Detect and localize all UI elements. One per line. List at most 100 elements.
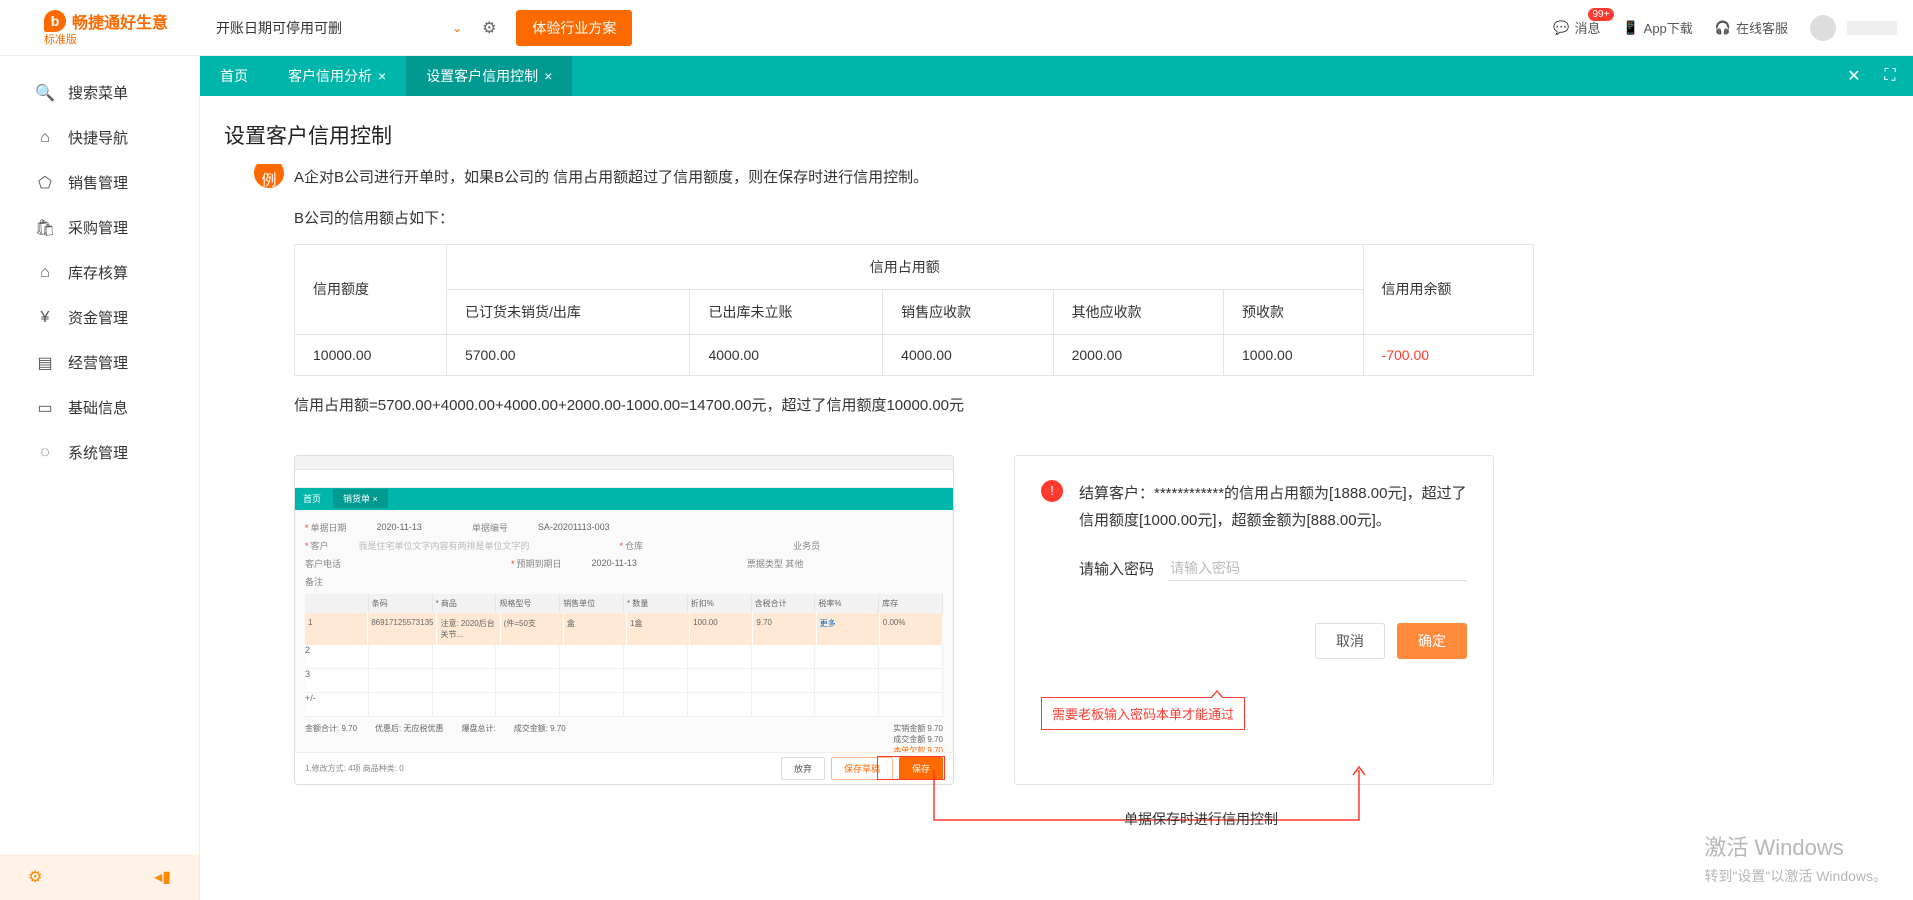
- th-sub-0: 已订货未销货/出库: [446, 289, 690, 334]
- th-limit: 信用额度: [295, 244, 447, 334]
- tab-credit-control[interactable]: 设置客户信用控制 ×: [406, 56, 572, 96]
- sidebar: 🔍 搜索菜单 ⌂ 快捷导航 ⬠ 销售管理 🛍采购管理 ⌂ 库存核算 ¥ 资金管理 ▤ 经营管…: [0, 56, 200, 900]
- refresh-icon: ◌: [36, 444, 54, 462]
- sidebar-item-funds[interactable]: ¥ 资金管理: [0, 295, 199, 340]
- user-avatar[interactable]: [1810, 15, 1897, 41]
- avatar-icon: [1810, 15, 1836, 41]
- bag-icon: 🛍: [36, 219, 54, 237]
- tab-close-button[interactable]: ✕: [1837, 59, 1871, 93]
- th-balance: 信用用余额: [1363, 244, 1533, 334]
- tab-credit-analysis[interactable]: 客户信用分析 ×: [268, 56, 406, 96]
- tab-label: 设置客户信用控制: [426, 66, 538, 86]
- sidebar-label: 基础信息: [68, 397, 128, 418]
- sidebar-item-purchase[interactable]: 🛍采购管理: [0, 205, 199, 250]
- cell: 2000.00: [1053, 334, 1223, 375]
- cell: 4000.00: [690, 334, 883, 375]
- home-icon: ⌂: [36, 129, 54, 147]
- dialog-cancel-button[interactable]: 取消: [1315, 623, 1385, 659]
- sidebar-item-basicinfo[interactable]: ▭ 基础信息: [0, 385, 199, 430]
- tab-label: 客户信用分析: [288, 66, 372, 86]
- sidebar-label: 系统管理: [68, 442, 128, 463]
- card-icon: ▭: [36, 399, 54, 417]
- content-scroll[interactable]: 例 A企对B公司进行开单时，如果B公司的 信用占用额超过了信用额度，则在保存时进…: [224, 164, 1905, 900]
- cell: 10000.00: [295, 334, 447, 375]
- note-bubble: 需要老板输入密码本单才能通过: [1041, 697, 1245, 730]
- credit-dialog: ! 结算客户：************的信用占用额为[1888.00元]，超过了…: [1014, 455, 1494, 785]
- phone-icon: 📱: [1622, 20, 1638, 36]
- sidebar-item-system[interactable]: ◌ 系统管理: [0, 430, 199, 475]
- sidebar-label: 经营管理: [68, 352, 128, 373]
- warning-icon: !: [1041, 480, 1063, 502]
- sidebar-item-sales[interactable]: ⬠ 销售管理: [0, 160, 199, 205]
- sub-line: B公司的信用额占如下：: [294, 207, 1875, 228]
- close-icon[interactable]: ×: [544, 68, 552, 84]
- save-highlight-box: [877, 756, 945, 780]
- brand-name: 畅捷通好生意: [72, 9, 168, 33]
- th-sub-2: 销售应收款: [883, 289, 1053, 334]
- page-title: 设置客户信用控制: [224, 120, 1913, 150]
- sidebar-label: 资金管理: [68, 307, 128, 328]
- headset-icon: 🎧: [1715, 20, 1731, 36]
- tab-home[interactable]: 首页: [200, 56, 268, 96]
- example-text: A企对B公司进行开单时，如果B公司的 信用占用额超过了信用额度，则在保存时进行信…: [294, 164, 928, 193]
- settings-icon[interactable]: ⚙: [28, 867, 42, 887]
- mock-cancel-button: 放弃: [781, 757, 825, 780]
- tab-strip: 首页 客户信用分析 × 设置客户信用控制 × ✕ ⛶: [200, 56, 1913, 96]
- mock-tab: 销货单 ×: [333, 489, 388, 508]
- sidebar-item-inventory[interactable]: ⌂ 库存核算: [0, 250, 199, 295]
- search-icon: 🔍: [36, 84, 54, 102]
- warehouse-icon: ⌂: [36, 264, 54, 282]
- cell: 5700.00: [446, 334, 690, 375]
- credit-table: 信用额度 信用占用额 信用用余额 已订货未销货/出库 已出库未立账 销售应收款 …: [294, 244, 1534, 376]
- online-service-label: 在线客服: [1736, 18, 1788, 37]
- account-selector-label: 开账日期可停用可删: [216, 18, 342, 38]
- app-header: b 畅捷通好生意 标准版 开账日期可停用可删 ⌄ ⚙ 体验行业方案 💬 消息 9…: [0, 0, 1913, 56]
- close-icon[interactable]: ×: [378, 68, 386, 84]
- sidebar-item-operation[interactable]: ▤ 经营管理: [0, 340, 199, 385]
- brand-logo: b 畅捷通好生意 标准版: [16, 9, 196, 47]
- brand-edition: 标准版: [44, 31, 77, 47]
- online-service-button[interactable]: 🎧 在线客服: [1715, 18, 1788, 37]
- example-badge-icon: 例: [254, 164, 284, 188]
- password-label: 请输入密码: [1079, 558, 1154, 579]
- sidebar-item-quicknav[interactable]: ⌂ 快捷导航: [0, 115, 199, 160]
- gear-icon[interactable]: ⚙: [482, 18, 496, 38]
- cell: 4000.00: [883, 334, 1053, 375]
- tag-icon: ⬠: [36, 174, 54, 192]
- messages-button[interactable]: 💬 消息 99+: [1553, 18, 1600, 37]
- messages-badge: 99+: [1588, 8, 1615, 21]
- dialog-ok-button[interactable]: 确定: [1397, 623, 1467, 659]
- experience-industry-button[interactable]: 体验行业方案: [516, 10, 632, 46]
- mock-window: 首页销货单 × 单据日期2020-11-13单据编号SA-20201113-00…: [294, 455, 954, 785]
- fullscreen-icon[interactable]: ⛶: [1873, 59, 1907, 93]
- th-usage-group: 信用占用额: [446, 244, 1363, 289]
- doc-icon: ▤: [36, 354, 54, 372]
- illustration-row: 首页销货单 × 单据日期2020-11-13单据编号SA-20201113-00…: [294, 455, 1875, 785]
- sidebar-item-search[interactable]: 🔍 搜索菜单: [0, 70, 199, 115]
- sidebar-label: 快捷导航: [68, 127, 128, 148]
- sidebar-label: 搜索菜单: [68, 82, 128, 103]
- chevron-down-icon: ⌄: [452, 21, 462, 35]
- cell-negative: -700.00: [1363, 334, 1533, 375]
- logo-icon: b: [44, 10, 66, 32]
- th-sub-4: 预收款: [1224, 289, 1364, 334]
- app-download-button[interactable]: 📱 App下载: [1622, 18, 1692, 37]
- th-sub-1: 已出库未立账: [690, 289, 883, 334]
- sidebar-label: 库存核算: [68, 262, 128, 283]
- sidebar-label: 销售管理: [68, 172, 128, 193]
- calculation-line: 信用占用额=5700.00+4000.00+4000.00+2000.00-10…: [294, 394, 1875, 415]
- account-selector[interactable]: 开账日期可停用可删 ⌄: [216, 18, 462, 38]
- header-right: 💬 消息 99+ 📱 App下载 🎧 在线客服: [1553, 15, 1897, 41]
- example-row: 例 A企对B公司进行开单时，如果B公司的 信用占用额超过了信用额度，则在保存时进…: [254, 164, 1875, 193]
- collapse-icon[interactable]: ◂▮: [154, 867, 171, 887]
- main-area: 首页 客户信用分析 × 设置客户信用控制 × ✕ ⛶ 设置客户信用控制 例 A企对B…: [200, 56, 1913, 900]
- password-input[interactable]: [1168, 556, 1467, 581]
- connector-caption: 单据保存时进行信用控制: [1124, 809, 1278, 829]
- dialog-message: 结算客户：************的信用占用额为[1888.00元]，超过了信用…: [1079, 480, 1467, 534]
- yen-icon: ¥: [36, 309, 54, 327]
- sidebar-footer: ⚙ ◂▮: [0, 854, 199, 900]
- avatar-name-placeholder: [1847, 21, 1897, 35]
- th-sub-3: 其他应收款: [1053, 289, 1223, 334]
- chat-icon: 💬: [1553, 20, 1569, 36]
- app-download-label: App下载: [1644, 18, 1693, 37]
